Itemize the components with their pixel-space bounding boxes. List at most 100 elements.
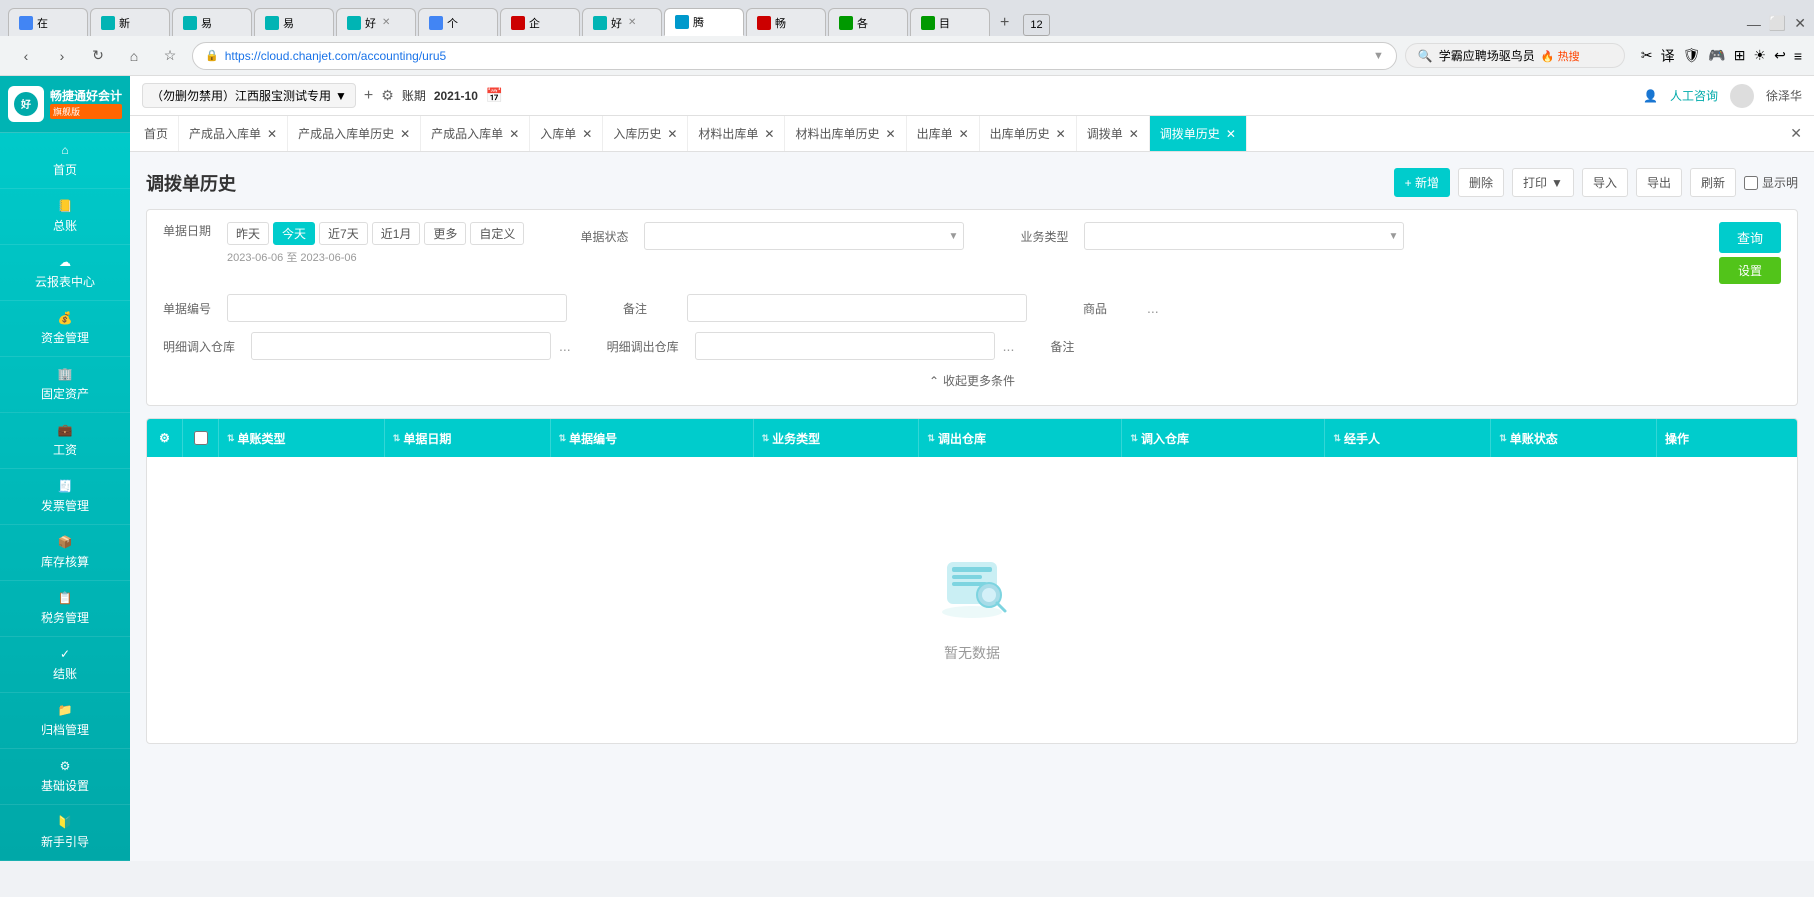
browser-tab-5[interactable]: 好 ✕ <box>336 8 416 36</box>
close-icon-product-in[interactable]: ✕ <box>267 127 277 141</box>
sidebar-item-archive[interactable]: 📁 归档管理 <box>0 693 130 749</box>
theme-icon[interactable]: ☀ <box>1754 47 1767 64</box>
close-icon-in-history[interactable]: ✕ <box>667 127 677 141</box>
add-company-button[interactable]: + <box>364 87 373 105</box>
refresh-button[interactable]: ↻ <box>84 42 112 70</box>
maximize-button[interactable]: ⬜ <box>1769 15 1786 32</box>
back-button[interactable]: ‹ <box>12 42 40 70</box>
scissors-icon[interactable]: ✂ <box>1641 47 1653 64</box>
settings-icon[interactable]: ⚙ <box>381 87 394 104</box>
shield-icon[interactable]: 🛡 <box>1683 47 1701 64</box>
sidebar-item-basic[interactable]: ⚙ 基础设置 <box>0 749 130 805</box>
address-bar[interactable]: 🔒 https://cloud.chanjet.com/accounting/u… <box>192 42 1397 70</box>
display-toggle[interactable]: 显示明 <box>1744 174 1798 191</box>
game-icon[interactable]: 🎮 <box>1708 47 1725 64</box>
th-in-wh[interactable]: ⇅ 调入仓库 <box>1122 419 1325 457</box>
undo-icon[interactable]: ↩ <box>1774 47 1786 64</box>
sidebar-item-asset[interactable]: 🏢 固定资产 <box>0 357 130 413</box>
new-tab-button[interactable]: + <box>992 10 1017 36</box>
close-icon-product-in2[interactable]: ✕ <box>509 127 519 141</box>
company-selector[interactable]: （勿删勿禁用）江西服宝测试专用 ▼ <box>142 83 356 108</box>
page-tab-out-order[interactable]: 出库单 ✕ <box>907 116 980 152</box>
sidebar-item-fund[interactable]: 💰 资金管理 <box>0 301 130 357</box>
forward-button[interactable]: › <box>48 42 76 70</box>
last7-btn[interactable]: 近7天 <box>319 222 368 245</box>
page-tab-product-in-history[interactable]: 产成品入库单历史 ✕ <box>288 116 421 152</box>
close-icon-material-out-history[interactable]: ✕ <box>886 127 896 141</box>
th-docno[interactable]: ⇅ 单据编号 <box>551 419 754 457</box>
page-tab-transfer[interactable]: 调拨单 ✕ <box>1077 116 1150 152</box>
minimize-button[interactable]: — <box>1747 16 1761 32</box>
page-tab-product-in[interactable]: 产成品入库单 ✕ <box>179 116 288 152</box>
user-service[interactable]: 人工咨询 <box>1670 87 1718 104</box>
refresh-button-toolbar[interactable]: 刷新 <box>1690 168 1736 197</box>
sidebar-item-invoice[interactable]: 🧾 发票管理 <box>0 469 130 525</box>
import-button[interactable]: 导入 <box>1582 168 1628 197</box>
th-type[interactable]: ⇅ 单账类型 <box>219 419 385 457</box>
goods-dots[interactable]: ... <box>1147 300 1159 316</box>
more-btn[interactable]: 更多 <box>424 222 466 245</box>
close-icon-product-in-history[interactable]: ✕ <box>400 127 410 141</box>
close-icon-transfer-history[interactable]: ✕ <box>1226 127 1236 141</box>
type-select[interactable] <box>1084 222 1404 250</box>
browser-tab-10[interactable]: 各 <box>828 8 908 36</box>
page-tab-material-out[interactable]: 材料出库单 ✕ <box>688 116 785 152</box>
query-button[interactable]: 查询 <box>1719 222 1781 253</box>
browser-tab-7[interactable]: 企 <box>500 8 580 36</box>
page-tab-out-history[interactable]: 出库单历史 ✕ <box>980 116 1077 152</box>
settings-column-icon[interactable]: ⚙ <box>159 431 170 445</box>
page-tab-home[interactable]: 首页 <box>134 116 179 152</box>
page-tab-in-history[interactable]: 入库历史 ✕ <box>603 116 688 152</box>
th-status[interactable]: ⇅ 单账状态 <box>1491 419 1657 457</box>
browser-tab-3[interactable]: 易 <box>172 8 252 36</box>
docno-input[interactable] <box>227 294 567 322</box>
new-button[interactable]: + 新增 <box>1394 168 1450 197</box>
sidebar-item-wage[interactable]: 💼 工资 <box>0 413 130 469</box>
remark-input[interactable] <box>687 294 1027 322</box>
page-tab-in-order[interactable]: 入库单 ✕ <box>530 116 603 152</box>
out-warehouse-dots[interactable]: ... <box>1003 338 1015 354</box>
today-btn[interactable]: 今天 <box>273 222 315 245</box>
user-name[interactable]: 徐泽华 <box>1766 87 1802 104</box>
close-icon-out-order[interactable]: ✕ <box>959 127 969 141</box>
bookmark-button[interactable]: ☆ <box>156 42 184 70</box>
th-handler[interactable]: ⇅ 经手人 <box>1325 419 1491 457</box>
last-month-btn[interactable]: 近1月 <box>372 222 421 245</box>
th-out-wh[interactable]: ⇅ 调出仓库 <box>919 419 1122 457</box>
in-warehouse-input[interactable] <box>251 332 551 360</box>
browser-tab-4[interactable]: 易 <box>254 8 334 36</box>
sidebar-item-inventory[interactable]: 📦 库存核算 <box>0 525 130 581</box>
set-button[interactable]: 设置 <box>1719 257 1781 284</box>
yesterday-btn[interactable]: 昨天 <box>227 222 269 245</box>
menu-icon[interactable]: ≡ <box>1794 48 1802 64</box>
grid-icon[interactable]: ⊞ <box>1734 47 1746 64</box>
browser-tab-9[interactable]: 畅 <box>746 8 826 36</box>
close-icon-out-history[interactable]: ✕ <box>1056 127 1066 141</box>
home-button[interactable]: ⌂ <box>120 42 148 70</box>
th-biztype[interactable]: ⇅ 业务类型 <box>754 419 920 457</box>
collapse-button[interactable]: ⌃ 收起更多条件 <box>913 368 1031 393</box>
custom-btn[interactable]: 自定义 <box>470 222 524 245</box>
close-all-tabs-icon[interactable]: ✕ <box>1782 125 1810 142</box>
print-dropdown[interactable]: 打印 ▼ <box>1512 168 1574 197</box>
page-tab-transfer-history[interactable]: 调拨单历史 ✕ <box>1150 116 1247 152</box>
close-icon-material-out[interactable]: ✕ <box>764 127 774 141</box>
sidebar-item-report[interactable]: ☁ 云报表中心 <box>0 245 130 301</box>
page-tab-product-in2[interactable]: 产成品入库单 ✕ <box>421 116 530 152</box>
display-checkbox[interactable] <box>1744 176 1758 190</box>
sidebar-item-guide[interactable]: 🔰 新手引导 <box>0 805 130 861</box>
checkbox-th[interactable] <box>183 419 219 457</box>
browser-search[interactable]: 🔍 学霸应聘场驱鸟员 🔥 热搜 <box>1405 43 1625 68</box>
browser-tab-8[interactable]: 好 ✕ <box>582 8 662 36</box>
delete-button[interactable]: 删除 <box>1458 168 1504 197</box>
sidebar-item-home[interactable]: ⌂ 首页 <box>0 133 130 189</box>
out-warehouse-input[interactable] <box>695 332 995 360</box>
page-tab-material-out-history[interactable]: 材料出库单历史 ✕ <box>785 116 906 152</box>
browser-tab-1[interactable]: 在 <box>8 8 88 36</box>
select-all-checkbox[interactable] <box>194 431 208 445</box>
browser-tab-6[interactable]: 个 <box>418 8 498 36</box>
sidebar-item-settle[interactable]: ✓ 结账 <box>0 637 130 693</box>
sidebar-item-tax[interactable]: 📋 税务管理 <box>0 581 130 637</box>
calendar-icon[interactable]: 📅 <box>486 87 503 104</box>
browser-tab-active[interactable]: 腾 <box>664 8 744 36</box>
